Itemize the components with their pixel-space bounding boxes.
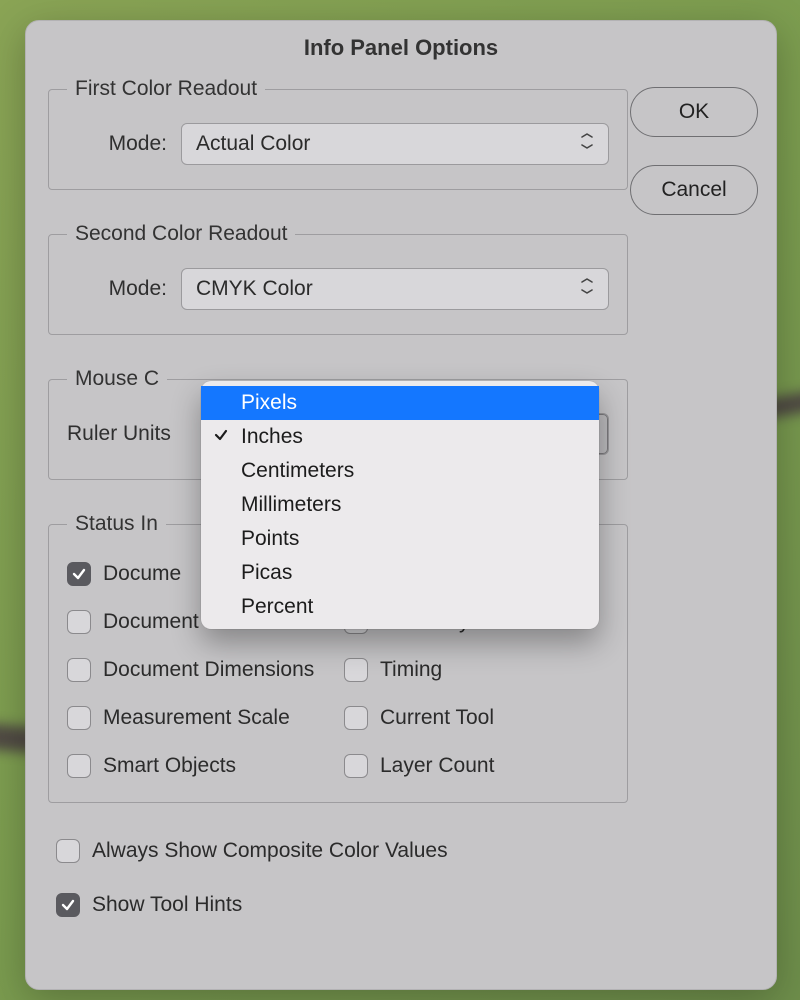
ruler-units-label: Ruler Units: [67, 422, 187, 446]
checkbox-label: Show Tool Hints: [92, 893, 242, 917]
ruler-units-option-percent[interactable]: Percent: [201, 590, 599, 624]
first-mode-label: Mode:: [67, 132, 167, 156]
first-color-readout-legend: First Color Readout: [67, 77, 265, 101]
ruler-units-option-millimeters[interactable]: Millimeters: [201, 488, 599, 522]
checkbox-always-show-composite[interactable]: Always Show Composite Color Values: [56, 839, 620, 863]
checkbox-current-tool[interactable]: Current Tool: [344, 706, 609, 730]
first-color-readout-group: First Color Readout Mode: Actual Color: [48, 77, 628, 190]
checkbox-icon: [344, 706, 368, 730]
checkbox-icon: [67, 706, 91, 730]
checkbox-label: Document Dimensions: [103, 658, 314, 682]
chevron-down-icon: [578, 132, 596, 156]
ruler-units-option-points[interactable]: Points: [201, 522, 599, 556]
option-label: Points: [241, 527, 299, 551]
ruler-units-option-pixels[interactable]: Pixels: [201, 386, 599, 420]
checkbox-icon: [67, 658, 91, 682]
checkbox-label: Layer Count: [380, 754, 494, 778]
second-color-readout-group: Second Color Readout Mode: CMYK Color: [48, 222, 628, 335]
checkbox-icon: [56, 839, 80, 863]
dialog-title: Info Panel Options: [26, 21, 776, 77]
ruler-units-option-inches[interactable]: Inches: [201, 420, 599, 454]
second-mode-label: Mode:: [67, 277, 167, 301]
checkbox-icon: [344, 658, 368, 682]
option-label: Percent: [241, 595, 313, 619]
checkbox-icon: [56, 893, 80, 917]
checkbox-label: Timing: [380, 658, 442, 682]
checkbox-label: Current Tool: [380, 706, 494, 730]
checkbox-label: Always Show Composite Color Values: [92, 839, 448, 863]
ruler-units-popup: Pixels Inches Centimeters Millimeters Po…: [201, 381, 599, 629]
option-label: Centimeters: [241, 459, 354, 483]
checkbox-label: Docume: [103, 562, 181, 586]
checkbox-label: Measurement Scale: [103, 706, 290, 730]
checkbox-show-tool-hints[interactable]: Show Tool Hints: [56, 893, 620, 917]
checkbox-measurement-scale[interactable]: Measurement Scale: [67, 706, 332, 730]
option-label: Inches: [241, 425, 303, 449]
checkbox-icon: [344, 754, 368, 778]
ruler-units-option-picas[interactable]: Picas: [201, 556, 599, 590]
checkbox-layer-count[interactable]: Layer Count: [344, 754, 609, 778]
ok-button[interactable]: OK: [630, 87, 758, 137]
option-label: Picas: [241, 561, 292, 585]
option-label: Pixels: [241, 391, 297, 415]
checkbox-icon: [67, 610, 91, 634]
ruler-units-option-centimeters[interactable]: Centimeters: [201, 454, 599, 488]
check-icon: [213, 425, 229, 449]
checkbox-smart-objects[interactable]: Smart Objects: [67, 754, 332, 778]
checkbox-label: Smart Objects: [103, 754, 236, 778]
checkbox-icon: [67, 562, 91, 586]
mouse-coordinates-legend: Mouse C: [67, 367, 167, 391]
checkbox-icon: [67, 754, 91, 778]
info-panel-options-dialog: Info Panel Options First Color Readout M…: [25, 20, 777, 990]
first-mode-select[interactable]: Actual Color: [181, 123, 609, 165]
second-mode-select[interactable]: CMYK Color: [181, 268, 609, 310]
second-mode-value: CMYK Color: [196, 277, 313, 301]
chevron-down-icon: [578, 277, 596, 301]
cancel-button[interactable]: Cancel: [630, 165, 758, 215]
first-mode-value: Actual Color: [196, 132, 310, 156]
checkbox-timing[interactable]: Timing: [344, 658, 609, 682]
option-label: Millimeters: [241, 493, 341, 517]
checkbox-document-dimensions[interactable]: Document Dimensions: [67, 658, 332, 682]
status-information-legend: Status In: [67, 512, 166, 536]
second-color-readout-legend: Second Color Readout: [67, 222, 295, 246]
